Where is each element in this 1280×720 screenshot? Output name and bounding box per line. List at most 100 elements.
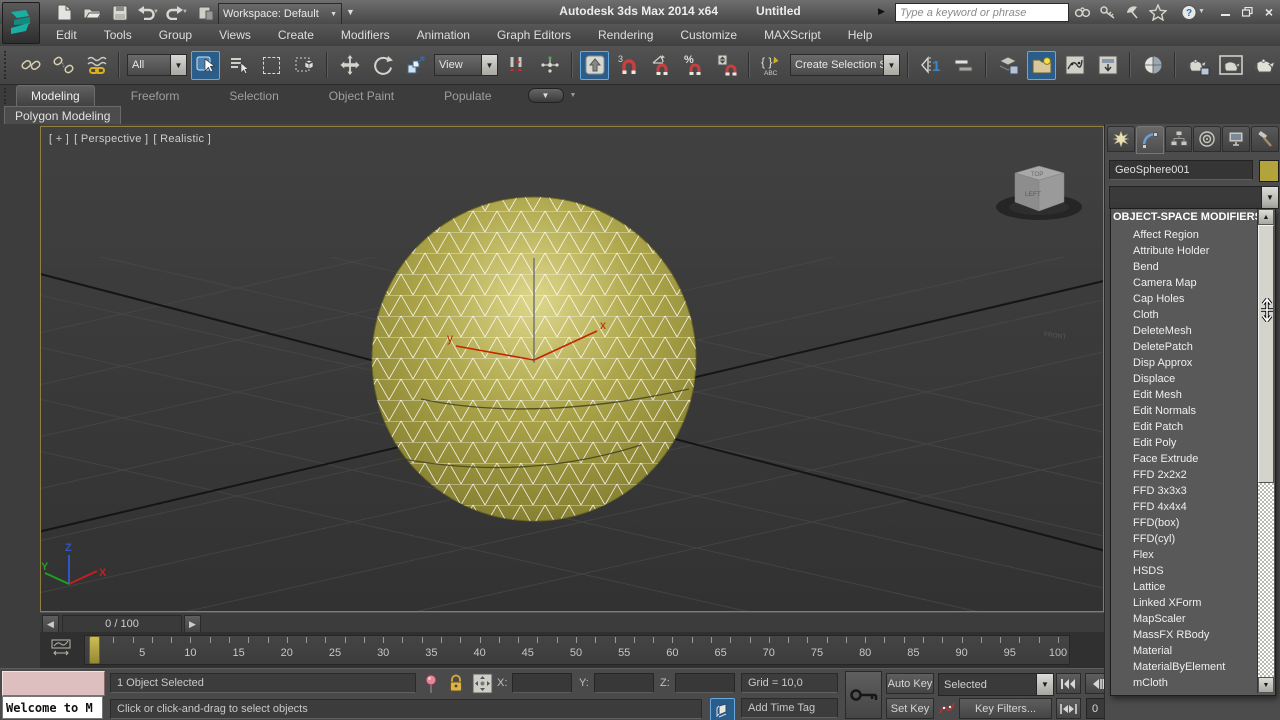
window-crossing-toggle-button[interactable] [290, 51, 319, 80]
reference-coordinate-dropdown[interactable]: View ▼ [434, 54, 498, 76]
menu-views[interactable]: Views [219, 28, 251, 42]
key-filters-button[interactable]: Key Filters... [959, 698, 1052, 719]
auto-key-button[interactable]: Auto Key [886, 673, 934, 694]
modifier-item-cloth[interactable]: Cloth [1111, 307, 1257, 323]
mirror-button[interactable]: 1 [916, 51, 945, 80]
go-to-start-button[interactable] [1056, 673, 1081, 694]
flyout-arrow-icon[interactable]: ▶ [878, 6, 885, 17]
edit-named-selection-sets-button[interactable]: { } ABC [757, 51, 786, 80]
time-slider-handle[interactable] [89, 636, 100, 664]
ribbon-minimize-arrow[interactable]: ▼ [570, 92, 577, 99]
viewport-menu-shading[interactable]: [ Realistic ] [153, 133, 211, 145]
select-and-move-button[interactable] [335, 51, 364, 80]
y-coordinate-field[interactable] [594, 673, 654, 693]
search-icon[interactable] [1072, 2, 1094, 22]
modifier-item-hsds[interactable]: HSDS [1111, 563, 1257, 579]
ribbon-tab-modeling[interactable]: Modeling [16, 85, 95, 106]
modifier-item-bend[interactable]: Bend [1111, 259, 1257, 275]
modifier-item-mcloth[interactable]: mCloth [1111, 675, 1257, 691]
key-login-icon[interactable] [1097, 2, 1119, 22]
modifier-item-ffd-2x2x2[interactable]: FFD 2x2x2 [1111, 467, 1257, 483]
selection-filter-arrow[interactable]: ▼ [170, 55, 186, 75]
percent-snap-toggle-button[interactable]: % [679, 51, 708, 80]
schematic-view-button[interactable] [1093, 51, 1122, 80]
tab-display[interactable] [1222, 126, 1251, 152]
modifier-item-edit-patch[interactable]: Edit Patch [1111, 419, 1257, 435]
rendered-frame-window-button[interactable] [1216, 51, 1245, 80]
set-keys-button[interactable] [845, 671, 882, 719]
menu-edit[interactable]: Edit [56, 28, 77, 42]
viewport-menu-pov[interactable]: [ Perspective ] [74, 133, 148, 145]
angle-snap-toggle-button[interactable] [646, 51, 675, 80]
selection-filter-dropdown[interactable]: All ▼ [127, 54, 187, 76]
spinner-snap-toggle-button[interactable] [712, 51, 741, 80]
reference-coordinate-arrow[interactable]: ▼ [481, 55, 497, 75]
z-coordinate-field[interactable] [675, 673, 735, 693]
key-mode-toggle-button[interactable] [1056, 698, 1081, 719]
workspace-icon[interactable] [194, 3, 218, 22]
manage-layers-button[interactable] [994, 51, 1023, 80]
scrollbar-thumb[interactable] [1258, 225, 1274, 483]
set-key-button[interactable]: Set Key [886, 698, 934, 719]
restore-button[interactable] [1238, 4, 1256, 19]
bind-to-space-warp-button[interactable] [82, 51, 111, 80]
named-selection-set-dropdown[interactable]: Create Selection Set ▼ [790, 54, 900, 76]
menu-maxscript[interactable]: MAXScript [764, 28, 821, 42]
select-and-link-button[interactable] [16, 51, 45, 80]
communication-center-icon[interactable] [1122, 2, 1144, 22]
x-coordinate-field[interactable] [512, 673, 572, 693]
modifier-item-ffd-4x4x4[interactable]: FFD 4x4x4 [1111, 499, 1257, 515]
next-frame-button[interactable]: ▶ [184, 615, 201, 633]
modifier-list-arrow[interactable]: ▼ [1261, 187, 1278, 208]
menu-group[interactable]: Group [159, 28, 192, 42]
ribbon-tab-freeform[interactable]: Freeform [117, 86, 194, 106]
snaps-toggle-button[interactable] [580, 50, 609, 80]
toolbar-grip[interactable] [4, 51, 10, 79]
tab-utilities[interactable] [1251, 126, 1279, 152]
select-object-button[interactable] [191, 50, 220, 80]
modifier-item-massfx-rbody[interactable]: MassFX RBody [1111, 627, 1257, 643]
rectangular-selection-region-button[interactable] [257, 51, 286, 80]
selection-lock-toggle[interactable] [446, 673, 466, 694]
object-name-field[interactable]: GeoSphere001 [1109, 160, 1253, 180]
ribbon-minimize-button[interactable]: ▼ [527, 88, 564, 103]
modifier-item-ffd-box-[interactable]: FFD(box) [1111, 515, 1257, 531]
named-selection-arrow[interactable]: ▼ [883, 55, 899, 75]
select-and-rotate-button[interactable] [368, 51, 397, 80]
object-color-swatch[interactable] [1259, 160, 1279, 182]
close-button[interactable]: × [1260, 4, 1278, 20]
modifier-item-edit-mesh[interactable]: Edit Mesh [1111, 387, 1257, 403]
tab-hierarchy[interactable] [1164, 126, 1193, 152]
menu-modifiers[interactable]: Modifiers [341, 28, 390, 42]
new-scene-button[interactable] [52, 3, 76, 22]
scrollbar-up-button[interactable]: ▲ [1258, 209, 1274, 225]
key-mode-arrow[interactable]: ▼ [1036, 674, 1053, 695]
polygon-modeling-panel-tab[interactable]: Polygon Modeling [4, 106, 122, 124]
key-mode-dropdown[interactable]: Selected ▼ [938, 673, 1054, 696]
modifier-list-dropdown[interactable]: ▼ [1109, 186, 1279, 209]
modifier-item-displace[interactable]: Displace [1111, 371, 1257, 387]
help-icon[interactable]: ? [1178, 2, 1200, 22]
modifier-list-scrollbar[interactable]: ▲ ▼ [1257, 209, 1274, 693]
menu-create[interactable]: Create [278, 28, 314, 42]
select-by-name-button[interactable] [224, 51, 253, 80]
scrollbar-down-button[interactable]: ▼ [1258, 677, 1274, 693]
snap-3d-magnet-button[interactable]: 3 [613, 51, 642, 80]
ribbon-grip[interactable] [4, 88, 10, 104]
workspace-selector[interactable]: Workspace: Default ▼ [218, 3, 342, 25]
modifier-item-deletemesh[interactable]: DeleteMesh [1111, 323, 1257, 339]
curve-editor-button[interactable] [1060, 51, 1089, 80]
viewport-canvas[interactable]: y x LEFT FRONT TOP Z X Y [41, 127, 1103, 611]
menu-graph-editors[interactable]: Graph Editors [497, 28, 571, 42]
search-input[interactable] [896, 4, 1068, 21]
open-file-button[interactable] [80, 3, 104, 22]
add-time-tag[interactable]: Add Time Tag [741, 698, 838, 718]
key-filter-curve-icon[interactable] [938, 698, 956, 719]
select-and-scale-button[interactable] [401, 51, 430, 80]
menu-help[interactable]: Help [848, 28, 873, 42]
maxscript-mini-listener-macro[interactable] [2, 671, 105, 696]
undo-dropdown-arrow[interactable]: ▼ [153, 9, 159, 15]
modifier-item-mapscaler[interactable]: MapScaler [1111, 611, 1257, 627]
modifier-item-linked-xform[interactable]: Linked XForm [1111, 595, 1257, 611]
select-and-manipulate-button[interactable] [535, 51, 564, 80]
